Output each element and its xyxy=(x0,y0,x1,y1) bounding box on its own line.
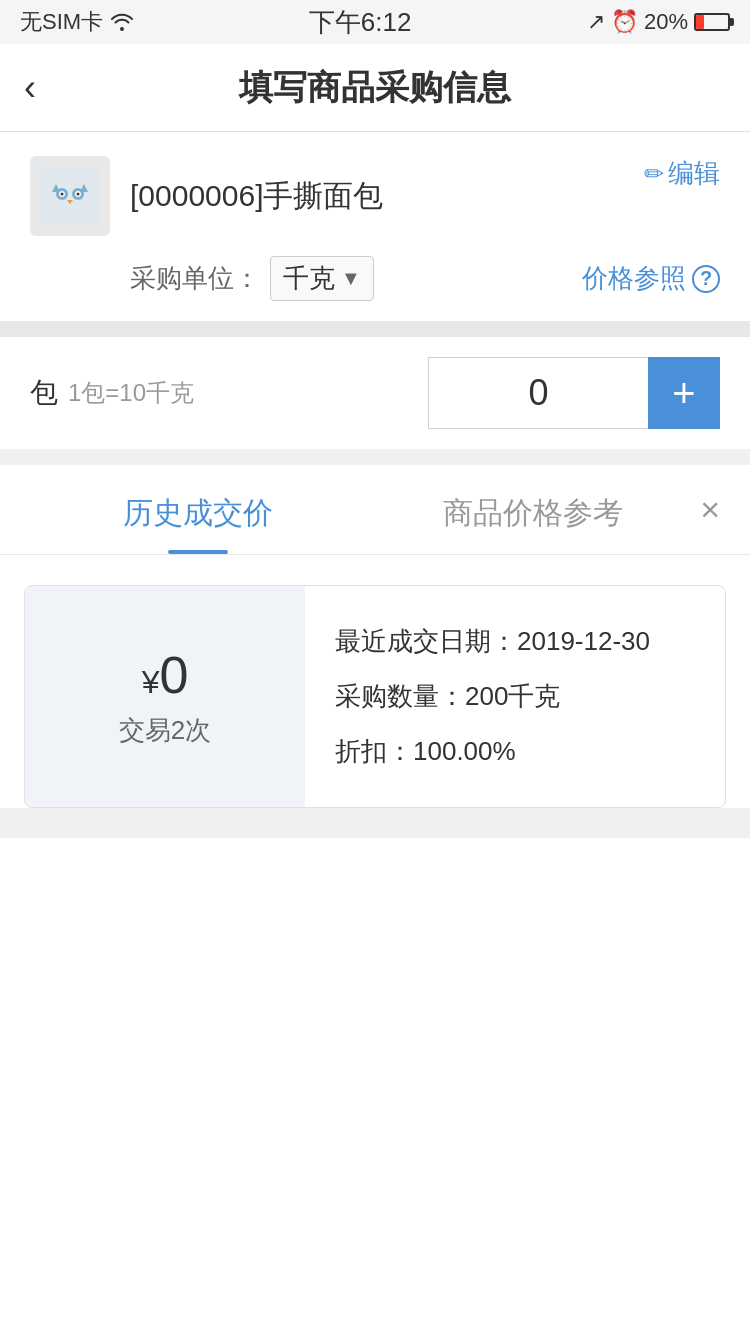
quantity-input-row: 0 + xyxy=(428,357,720,429)
tab-history-price[interactable]: 历史成交价 xyxy=(30,465,365,554)
tabs-header: 历史成交价 商品价格参考 × xyxy=(0,465,750,555)
back-button[interactable]: ‹ xyxy=(24,67,36,109)
discount-row: 折扣：100.00% xyxy=(335,732,695,771)
svg-point-6 xyxy=(77,193,80,196)
quantity-plus-button[interactable]: + xyxy=(648,357,720,429)
unit-dropdown-arrow: ▼ xyxy=(341,267,361,290)
product-section: [0000006]手撕面包 ✏ 编辑 采购单位： 千克 ▼ 价格参照 ? xyxy=(0,132,750,321)
quantity-section: 包 1包=10千克 0 + xyxy=(0,337,750,449)
svg-rect-0 xyxy=(40,166,100,226)
battery-percent: 20% xyxy=(644,9,688,35)
wifi-icon xyxy=(111,13,133,31)
tabs-section: 历史成交价 商品价格参考 × ¥0 交易2次 最近成交日期：2019-12-30… xyxy=(0,465,750,808)
nav-bar: ‹ 填写商品采购信息 xyxy=(0,44,750,132)
price-ref-icon: ? xyxy=(692,265,720,293)
quantity-unit-info: 包 1包=10千克 xyxy=(30,374,194,412)
edit-label: 编辑 xyxy=(668,156,720,191)
location-icon: ↗ xyxy=(587,9,605,35)
quantity-value: 0 xyxy=(528,372,548,414)
edit-link[interactable]: ✏ 编辑 xyxy=(644,156,720,191)
product-logo-icon xyxy=(40,166,100,226)
quantity-unit-badge: 包 xyxy=(30,374,58,412)
unit-label: 采购单位： xyxy=(130,261,260,296)
carrier-text: 无SIM卡 xyxy=(20,7,103,37)
transaction-price: ¥0 xyxy=(142,645,189,705)
recent-date-value: 2019-12-30 xyxy=(517,626,650,656)
status-carrier: 无SIM卡 xyxy=(20,7,133,37)
battery-icon xyxy=(694,13,730,31)
price-value: 0 xyxy=(159,646,188,704)
transaction-times: 交易2次 xyxy=(119,713,211,748)
tab-history-price-label: 历史成交价 xyxy=(123,496,273,529)
quantity-conversion: 1包=10千克 xyxy=(68,377,194,409)
transaction-card: ¥0 交易2次 最近成交日期：2019-12-30 采购数量：200千克 折扣：… xyxy=(24,585,726,808)
price-ref-link[interactable]: 价格参照 ? xyxy=(582,261,720,296)
bottom-area xyxy=(0,838,750,1334)
svg-point-5 xyxy=(61,193,64,196)
transaction-detail-column: 最近成交日期：2019-12-30 采购数量：200千克 折扣：100.00% xyxy=(305,586,725,807)
section-divider xyxy=(0,321,750,337)
purchase-quantity-label: 采购数量： xyxy=(335,681,465,711)
recent-date-row: 最近成交日期：2019-12-30 xyxy=(335,622,695,661)
discount-value: 100.00% xyxy=(413,736,516,766)
product-header: [0000006]手撕面包 ✏ 编辑 xyxy=(30,156,720,236)
product-left: [0000006]手撕面包 xyxy=(30,156,383,236)
status-time: 下午6:12 xyxy=(309,5,412,40)
currency-symbol: ¥ xyxy=(142,664,160,700)
status-bar: 无SIM卡 下午6:12 ↗ ⏰ 20% xyxy=(0,0,750,44)
discount-label: 折扣： xyxy=(335,736,413,766)
quantity-input[interactable]: 0 xyxy=(428,357,648,429)
unit-select[interactable]: 千克 ▼ xyxy=(270,256,374,301)
page-title: 填写商品采购信息 xyxy=(239,65,511,111)
unit-value: 千克 xyxy=(283,261,335,296)
alarm-icon: ⏰ xyxy=(611,9,638,35)
status-indicators: ↗ ⏰ 20% xyxy=(587,9,730,35)
tab-close-button[interactable]: × xyxy=(700,470,720,549)
product-thumbnail xyxy=(30,156,110,236)
edit-icon: ✏ xyxy=(644,160,664,188)
price-ref-label: 价格参照 xyxy=(582,261,686,296)
tab-product-price-ref-label: 商品价格参考 xyxy=(443,496,623,529)
purchase-quantity-row: 采购数量：200千克 xyxy=(335,677,695,716)
product-unit-row: 采购单位： 千克 ▼ 价格参照 ? xyxy=(30,256,720,301)
tab-product-price-ref[interactable]: 商品价格参考 xyxy=(365,465,700,554)
recent-date-label: 最近成交日期： xyxy=(335,626,517,656)
product-name: [0000006]手撕面包 xyxy=(130,176,383,217)
transaction-price-column: ¥0 交易2次 xyxy=(25,586,305,807)
purchase-quantity-value: 200千克 xyxy=(465,681,560,711)
